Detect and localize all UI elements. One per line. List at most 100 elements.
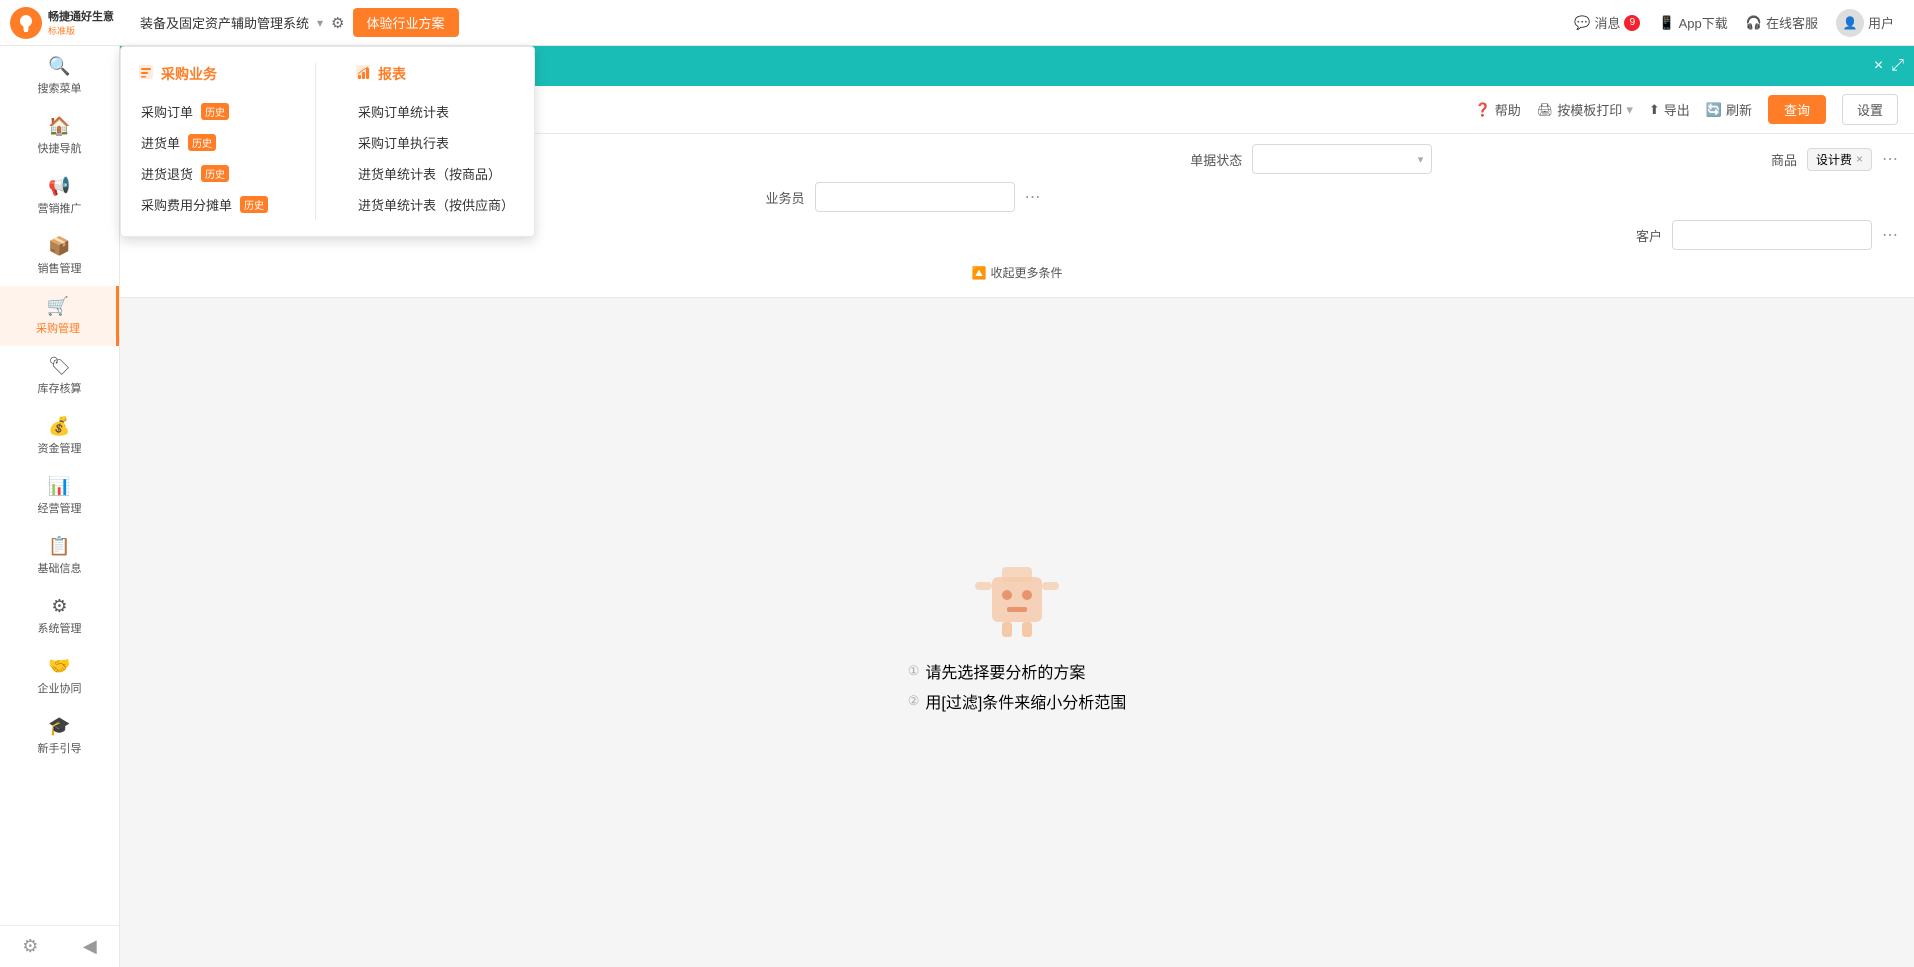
sales-icon: 📦 bbox=[48, 236, 70, 257]
collapse-up-icon: 🔼 bbox=[972, 266, 987, 280]
export-btn[interactable]: ⬆ 导出 bbox=[1649, 100, 1690, 119]
empty-illustration bbox=[957, 547, 1077, 647]
sidebar-item-label: 资金管理 bbox=[38, 440, 82, 456]
print-template-btn[interactable]: 🖨 按模板打印 ▾ bbox=[1537, 100, 1633, 119]
dropdown-item-purchase-receive[interactable]: 进货单 历史 bbox=[137, 127, 277, 158]
goods-more-btn[interactable]: ⋯ bbox=[1882, 149, 1898, 169]
sidebar-bottom: ⚙ ◀ bbox=[0, 925, 119, 967]
help-icon: ❓ bbox=[1475, 102, 1491, 118]
dropdown-item-report-order-exec[interactable]: 采购订单执行表 bbox=[354, 127, 518, 158]
logo-area: 畅捷通好生意 标准版 bbox=[10, 7, 130, 39]
dropdown-item-label: 进货退货 bbox=[141, 164, 193, 183]
collapse-btn[interactable]: 🔼 收起更多条件 bbox=[136, 258, 1898, 287]
guide-icon: 🎓 bbox=[48, 716, 70, 737]
sidebar: 🔍 搜索菜单 🏠 快捷导航 📢 营销推广 📦 销售管理 🛒 采购管理 🏷 库存核… bbox=[0, 46, 120, 967]
dropdown-item-purchase-cost[interactable]: 采购费用分摊单 历史 bbox=[137, 189, 277, 220]
cooperation-icon: 🤝 bbox=[48, 656, 70, 677]
home-icon: 🏠 bbox=[48, 116, 70, 137]
system-icon: ⚙ bbox=[51, 596, 67, 617]
salesperson-input[interactable] bbox=[815, 182, 1015, 212]
query-btn[interactable]: 查询 bbox=[1768, 95, 1826, 124]
dropdown-item-purchase-return[interactable]: 进货退货 历史 bbox=[137, 158, 277, 189]
operation-icon: 📊 bbox=[48, 476, 70, 497]
dropdown-item-label: 采购订单 bbox=[141, 102, 193, 121]
history-badge: 历史 bbox=[201, 103, 229, 120]
top-nav: 装备及固定资产辅助管理系统 ▾ ⚙ 体验行业方案 bbox=[130, 8, 1574, 37]
sidebar-item-label: 经营管理 bbox=[38, 500, 82, 516]
refresh-btn[interactable]: 🔄 刷新 bbox=[1706, 100, 1752, 119]
sidebar-item-label: 快捷导航 bbox=[38, 140, 82, 156]
sidebar-item-label: 库存核算 bbox=[38, 380, 82, 396]
sidebar-item-guide[interactable]: 🎓 新手引导 bbox=[0, 706, 119, 766]
sidebar-item-inventory[interactable]: 🏷 库存核算 bbox=[0, 346, 119, 406]
goods-tag[interactable]: 设计费 × bbox=[1807, 148, 1872, 171]
sidebar-item-label: 基础信息 bbox=[38, 560, 82, 576]
industry-btn[interactable]: 体验行业方案 bbox=[353, 8, 459, 37]
sidebar-item-label: 企业协同 bbox=[38, 680, 82, 696]
dropdown-item-label: 采购订单统计表 bbox=[358, 102, 449, 121]
message-btn[interactable]: 💬 消息 9 bbox=[1574, 13, 1640, 32]
headset-icon: 🎧 bbox=[1746, 15, 1762, 31]
system-title-arrow[interactable]: ▾ bbox=[317, 16, 323, 30]
user-btn[interactable]: 👤 用户 bbox=[1836, 9, 1894, 37]
help-btn[interactable]: ❓ 帮助 bbox=[1475, 100, 1521, 119]
empty-tip-1: ① 请先选择要分析的方案 bbox=[908, 659, 1127, 683]
dropdown-divider bbox=[315, 63, 316, 220]
avatar: 👤 bbox=[1836, 9, 1864, 37]
refresh-icon: 🔄 bbox=[1706, 102, 1722, 118]
message-icon: 💬 bbox=[1574, 15, 1590, 31]
sidebar-item-cooperation[interactable]: 🤝 企业协同 bbox=[0, 646, 119, 706]
system-title: 装备及固定资产辅助管理系统 bbox=[140, 13, 309, 32]
app-download-btn[interactable]: 📱 App下载 bbox=[1658, 13, 1727, 32]
inventory-icon: 🏷 bbox=[48, 356, 71, 377]
sidebar-item-label: 搜索菜单 bbox=[38, 80, 82, 96]
sidebar-item-label: 营销推广 bbox=[38, 200, 82, 216]
purchase-dropdown-menu: 采购业务 采购订单 历史 进货单 历史 进货退货 历史 采购费用分摊单 历史 bbox=[120, 46, 535, 237]
purchase-icon: 🛒 bbox=[47, 296, 69, 317]
voucher-status-arrow: ▾ bbox=[1418, 153, 1424, 166]
base-info-icon: 📋 bbox=[48, 536, 70, 557]
sidebar-item-marketing[interactable]: 📢 营销推广 bbox=[0, 166, 119, 226]
customer-more-btn[interactable]: ⋯ bbox=[1882, 225, 1898, 245]
sidebar-item-operation[interactable]: 📊 经营管理 bbox=[0, 466, 119, 526]
purchase-col: 采购业务 采购订单 历史 进货单 历史 进货退货 历史 采购费用分摊单 历史 bbox=[137, 63, 277, 220]
search-icon: 🔍 bbox=[48, 56, 70, 77]
sidebar-item-label: 新手引导 bbox=[38, 740, 82, 756]
sidebar-item-label: 系统管理 bbox=[38, 620, 82, 636]
dropdown-item-report-receive-supplier[interactable]: 进货单统计表（按供应商） bbox=[354, 189, 518, 220]
settings-gear-icon[interactable]: ⚙ bbox=[331, 14, 344, 32]
purchase-col-icon bbox=[137, 63, 155, 84]
goods-tag-close[interactable]: × bbox=[1856, 152, 1863, 166]
report-col-icon bbox=[354, 63, 372, 84]
sidebar-item-purchase[interactable]: 🛒 采购管理 bbox=[0, 286, 119, 346]
dropdown-item-label: 采购费用分摊单 bbox=[141, 195, 232, 214]
mobile-icon: 📱 bbox=[1658, 15, 1674, 31]
close-window-icon[interactable]: × bbox=[1874, 57, 1883, 75]
dropdown-item-purchase-order[interactable]: 采购订单 历史 bbox=[137, 96, 277, 127]
message-badge: 9 bbox=[1624, 15, 1640, 31]
dropdown-item-report-order-stat[interactable]: 采购订单统计表 bbox=[354, 96, 518, 127]
sidebar-item-label: 采购管理 bbox=[36, 320, 80, 336]
dropdown-item-report-receive-goods[interactable]: 进货单统计表（按商品） bbox=[354, 158, 518, 189]
report-col: 报表 采购订单统计表 采购订单执行表 进货单统计表（按商品） 进货单统计表（按供… bbox=[354, 63, 518, 220]
sidebar-item-label: 销售管理 bbox=[38, 260, 82, 276]
empty-tips: ① 请先选择要分析的方案 ② 用[过滤]条件来缩小分析范围 bbox=[908, 659, 1127, 719]
sidebar-item-quick-nav[interactable]: 🏠 快捷导航 bbox=[0, 106, 119, 166]
customer-label: 客户 bbox=[1636, 226, 1662, 245]
sidebar-item-search[interactable]: 🔍 搜索菜单 bbox=[0, 46, 119, 106]
salesperson-more-btn[interactable]: ⋯ bbox=[1025, 187, 1041, 207]
sidebar-item-base-info[interactable]: 📋 基础信息 bbox=[0, 526, 119, 586]
online-service-btn[interactable]: 🎧 在线客服 bbox=[1746, 13, 1818, 32]
marketing-icon: 📢 bbox=[48, 176, 70, 197]
sidebar-item-system[interactable]: ⚙ 系统管理 bbox=[0, 586, 119, 646]
sidebar-item-sales[interactable]: 📦 销售管理 bbox=[0, 226, 119, 286]
export-icon: ⬆ bbox=[1649, 102, 1660, 118]
sidebar-collapse-icon[interactable]: ◀ bbox=[83, 936, 97, 957]
dropdown-item-label: 进货单 bbox=[141, 133, 180, 152]
purchase-col-title: 采购业务 bbox=[137, 63, 277, 84]
sidebar-item-finance[interactable]: 💰 资金管理 bbox=[0, 406, 119, 466]
fullscreen-icon[interactable]: ⤢ bbox=[1891, 57, 1904, 75]
settings-page-btn[interactable]: 设置 bbox=[1842, 94, 1898, 125]
customer-input[interactable] bbox=[1672, 220, 1872, 250]
sidebar-settings-icon[interactable]: ⚙ bbox=[22, 936, 38, 957]
